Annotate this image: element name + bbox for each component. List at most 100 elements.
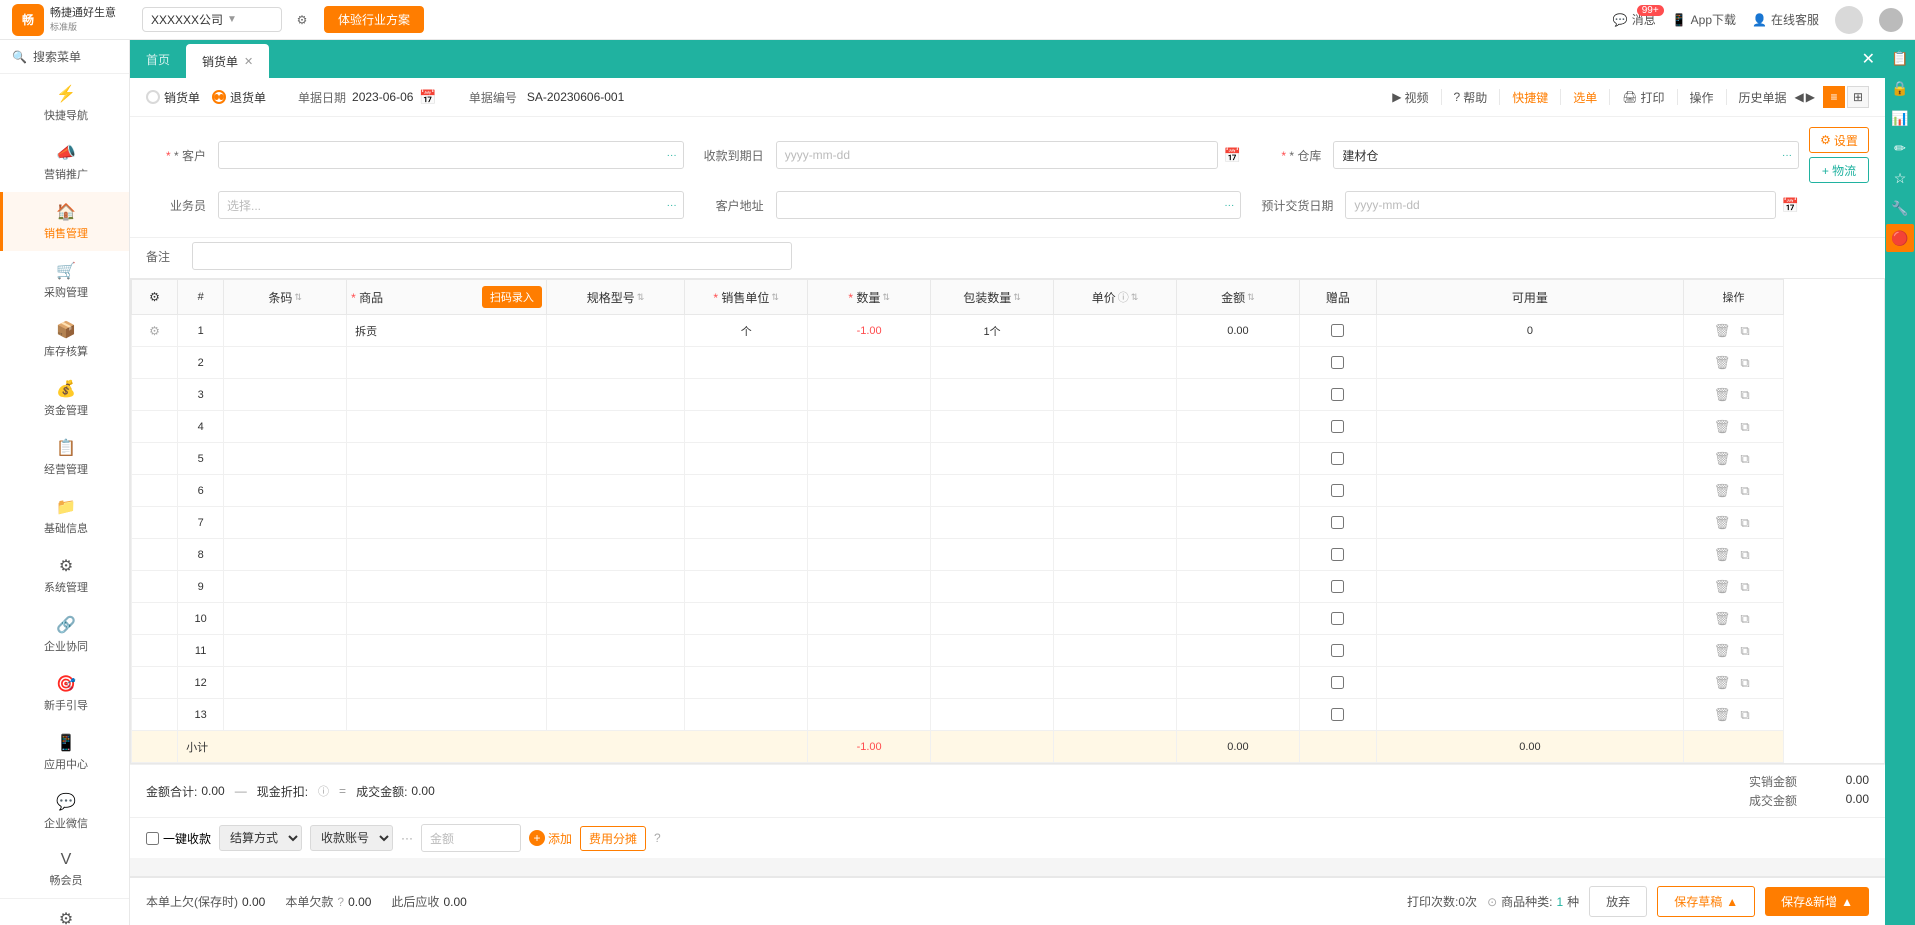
cell-gift-0[interactable] [1299,315,1376,347]
cell-gift-8[interactable] [1299,571,1376,603]
expense-split-btn[interactable]: 费用分摊 [580,826,646,851]
sort-pkg-icon[interactable]: ⇅ [1013,292,1021,303]
cell-qty-9[interactable] [808,603,931,635]
one-click-pay-checkbox[interactable]: 一键收款 [146,830,211,847]
print-btn[interactable]: 🖨 打印 [1622,89,1664,106]
cell-spec-9[interactable] [546,603,684,635]
cell-gift-7[interactable] [1299,539,1376,571]
sidebar-item-4[interactable]: 📦 库存核算 [0,310,129,369]
gift-checkbox-8[interactable] [1331,580,1344,593]
cell-product-11[interactable] [347,667,547,699]
cell-spec-7[interactable] [546,539,684,571]
cell-qty-0[interactable]: -1.00 [808,315,931,347]
delete-icon[interactable]: 🗑 [1712,449,1732,469]
cell-spec-12[interactable] [546,699,684,731]
salesperson-input[interactable]: 选择... ··· [218,191,684,219]
remarks-input[interactable] [192,242,792,270]
delivery-calendar-icon[interactable]: 📅 [1782,197,1799,214]
cell-product-9[interactable] [347,603,547,635]
avatar[interactable] [1835,6,1863,34]
cell-price-11[interactable] [1054,667,1177,699]
cell-gift-4[interactable] [1299,443,1376,475]
cell-price-6[interactable] [1054,507,1177,539]
cell-pkg-9[interactable] [931,603,1054,635]
sort-unit-icon[interactable]: ⇅ [771,292,779,303]
copy-icon[interactable]: ⧉ [1735,577,1755,597]
cell-product-7[interactable] [347,539,547,571]
save-new-button[interactable]: 保存&新增 ▲ [1765,887,1869,916]
copy-icon[interactable]: ⧉ [1735,385,1755,405]
discard-button[interactable]: 放弃 [1589,886,1647,917]
expense-help-icon[interactable]: ? [654,831,661,845]
cell-pkg-5[interactable] [931,475,1054,507]
cell-unit-1[interactable] [685,347,808,379]
next-page-icon[interactable]: ▶ [1806,90,1815,104]
cell-spec-2[interactable] [546,379,684,411]
customer-address-input[interactable]: ··· [776,191,1242,219]
cell-barcode-12[interactable] [224,699,347,731]
cell-product-0[interactable]: 拆贡 [347,315,547,347]
cell-qty-10[interactable] [808,635,931,667]
cell-barcode-3[interactable] [224,411,347,443]
gift-checkbox-9[interactable] [1331,612,1344,625]
gift-checkbox-0[interactable] [1331,324,1344,337]
price-info-icon[interactable]: ⓘ [1118,289,1129,305]
help-btn[interactable]: ? 帮助 [1454,89,1488,106]
radio-sales-order[interactable]: 销货单 [146,89,200,106]
gift-checkbox-1[interactable] [1331,356,1344,369]
shortcut-btn[interactable]: 快捷键 [1512,89,1548,106]
cell-amount-6[interactable] [1176,507,1299,539]
cell-amount-8[interactable] [1176,571,1299,603]
sidebar-item-8[interactable]: ⚙ 系统管理 [0,546,129,605]
rs-tool-btn[interactable]: 🔧 [1886,194,1914,222]
cell-amount-1[interactable] [1176,347,1299,379]
cell-product-2[interactable] [347,379,547,411]
table-gear-icon[interactable]: ⚙ [149,290,160,304]
one-click-pay-check[interactable] [146,832,159,845]
cell-price-9[interactable] [1054,603,1177,635]
rs-chart-btn[interactable]: 📊 [1886,104,1914,132]
cell-barcode-8[interactable] [224,571,347,603]
discount-info-icon[interactable]: ⓘ [318,783,329,799]
cell-amount-4[interactable] [1176,443,1299,475]
delete-icon[interactable]: 🗑 [1712,705,1732,725]
add-payment-btn[interactable]: + 添加 [529,830,572,847]
cell-unit-2[interactable] [685,379,808,411]
action-btn[interactable]: 操作 [1690,89,1714,106]
cell-barcode-0[interactable] [224,315,347,347]
cell-qty-11[interactable] [808,667,931,699]
copy-icon[interactable]: ⧉ [1735,609,1755,629]
cell-spec-1[interactable] [546,347,684,379]
list-view-icon[interactable]: ≡ [1823,86,1845,108]
settings-icon[interactable]: ⚙ [288,6,316,34]
grid-view-icon[interactable]: ⊞ [1847,86,1869,108]
copy-icon[interactable]: ⧉ [1735,321,1755,341]
gift-checkbox-3[interactable] [1331,420,1344,433]
cell-price-3[interactable] [1054,411,1177,443]
gift-checkbox-11[interactable] [1331,676,1344,689]
delete-icon[interactable]: 🗑 [1712,513,1732,533]
sidebar-item-6[interactable]: 📋 经营管理 [0,428,129,487]
cell-amount-3[interactable] [1176,411,1299,443]
cell-barcode-1[interactable] [224,347,347,379]
cell-spec-5[interactable] [546,475,684,507]
cell-spec-0[interactable] [546,315,684,347]
cell-pkg-6[interactable] [931,507,1054,539]
copy-icon[interactable]: ⧉ [1735,417,1755,437]
cell-product-5[interactable] [347,475,547,507]
cell-amount-9[interactable] [1176,603,1299,635]
cell-gift-10[interactable] [1299,635,1376,667]
delete-icon[interactable]: 🗑 [1712,385,1732,405]
cell-price-2[interactable] [1054,379,1177,411]
tab-close-all[interactable]: ✕ [1862,49,1885,69]
gift-checkbox-6[interactable] [1331,516,1344,529]
cell-amount-7[interactable] [1176,539,1299,571]
amount-input[interactable]: 金额 [421,824,521,852]
copy-icon[interactable]: ⧉ [1735,513,1755,533]
cell-product-1[interactable] [347,347,547,379]
radio-return-order[interactable]: 退货单 [212,89,266,106]
cell-spec-8[interactable] [546,571,684,603]
sidebar-item-12[interactable]: 💬 企业微信 [0,782,129,841]
cell-price-5[interactable] [1054,475,1177,507]
tab-home[interactable]: 首页 [130,40,186,78]
